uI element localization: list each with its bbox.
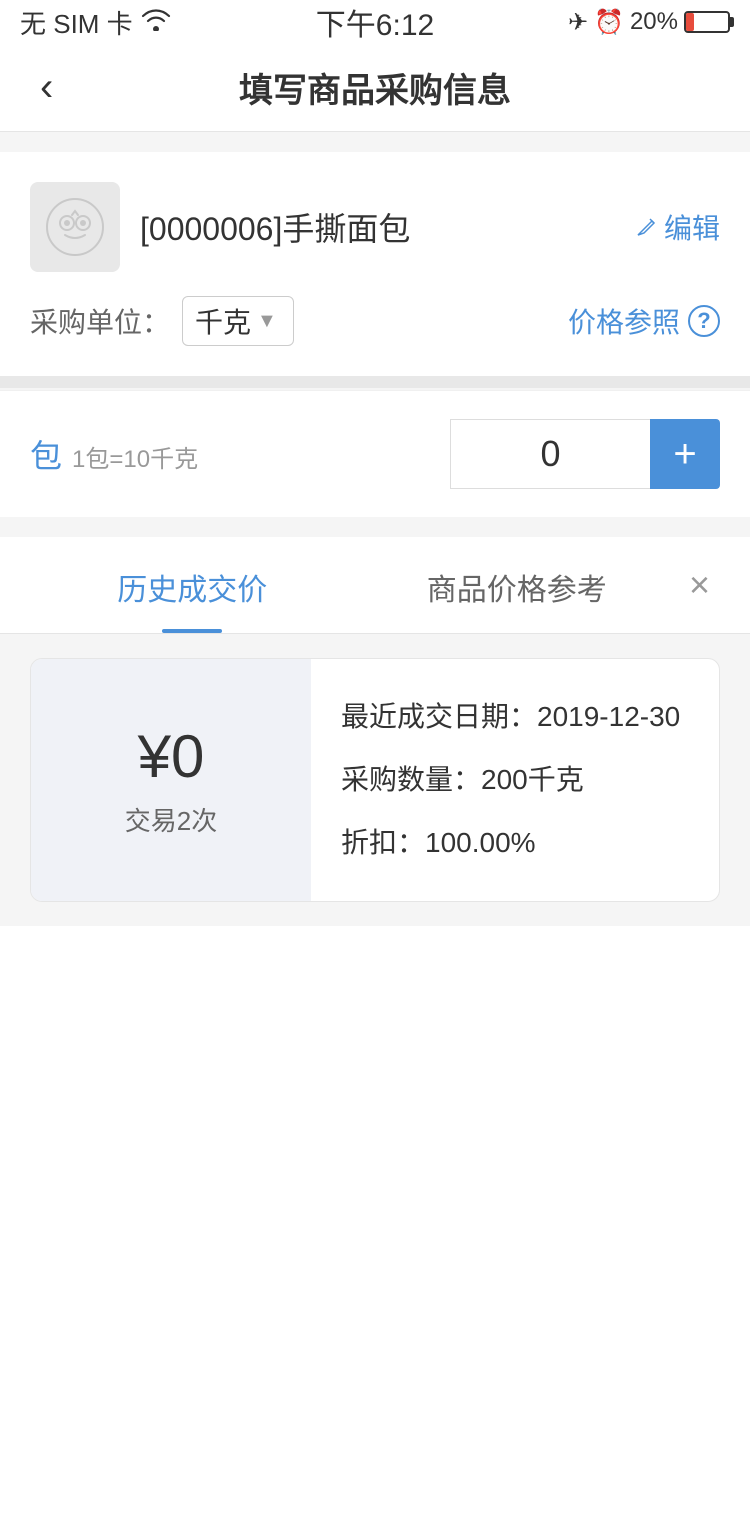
recent-date-row: 最近成交日期：2019-12-30	[341, 695, 689, 740]
discount-label: 折扣：	[341, 827, 425, 858]
tab-close-button[interactable]: ×	[679, 544, 720, 626]
edit-button[interactable]: 编辑	[634, 207, 720, 247]
price-amount: ¥0	[138, 722, 205, 791]
price-ref-label: 价格参照	[568, 301, 680, 341]
quantity-plus-button[interactable]: +	[650, 419, 720, 489]
price-value: 0	[171, 723, 204, 790]
price-trades: 交易2次	[125, 801, 217, 838]
product-top-row: [0000006]手撕面包 编辑	[30, 182, 720, 272]
price-ref-button[interactable]: 价格参照 ?	[568, 301, 720, 341]
tab-product-label: 商品价格参考	[427, 574, 607, 607]
price-card-container: ¥0 交易2次 最近成交日期：2019-12-30 采购数量：200千克 折扣：…	[0, 634, 750, 926]
tab-product-price[interactable]: 商品价格参考	[354, 537, 678, 633]
price-card-left: ¥0 交易2次	[31, 659, 311, 901]
recent-date-value: 2019-12-30	[537, 701, 680, 732]
alarm-icon: ⏰	[594, 8, 624, 37]
status-left: 无 SIM 卡	[20, 4, 171, 41]
battery-percent: 20%	[630, 8, 678, 36]
discount-value: 100.00%	[425, 827, 536, 858]
unit-value: 千克	[195, 301, 251, 341]
status-right: ✈ ⏰ 20%	[568, 8, 730, 37]
unit-label: 采购单位：	[30, 301, 170, 341]
price-card: ¥0 交易2次 最近成交日期：2019-12-30 采购数量：200千克 折扣：…	[30, 658, 720, 902]
unit-left: 采购单位： 千克 ▼	[30, 296, 294, 346]
quantity-input[interactable]	[450, 419, 650, 489]
back-button[interactable]: ‹	[30, 55, 63, 120]
product-unit-row: 采购单位： 千克 ▼ 价格参照 ?	[30, 296, 720, 346]
status-bar: 无 SIM 卡 下午6:12 ✈ ⏰ 20%	[0, 0, 750, 44]
product-thumbnail	[30, 182, 120, 272]
quantity-section: 包 1包=10千克 +	[0, 390, 750, 517]
tabs-bar: 历史成交价 商品价格参考 ×	[0, 537, 750, 634]
tab-history-label: 历史成交价	[117, 574, 267, 607]
price-card-right: 最近成交日期：2019-12-30 采购数量：200千克 折扣：100.00%	[311, 659, 719, 901]
product-left: [0000006]手撕面包	[30, 182, 410, 272]
nav-bar: ‹ 填写商品采购信息	[0, 44, 750, 132]
dropdown-arrow-icon: ▼	[257, 310, 277, 333]
qty-value: 200千克	[481, 764, 584, 795]
currency-symbol: ¥	[138, 723, 171, 790]
location-icon: ✈	[568, 8, 588, 37]
quantity-conversion: 1包=10千克	[72, 439, 198, 474]
product-name: [0000006]手撕面包	[140, 204, 410, 250]
quantity-label: 包 1包=10千克	[30, 431, 198, 477]
wifi-icon	[141, 7, 171, 38]
carrier-text: 无 SIM 卡	[20, 4, 133, 41]
battery-icon	[684, 11, 730, 33]
tab-history-price[interactable]: 历史成交价	[30, 537, 354, 633]
help-icon: ?	[688, 305, 720, 337]
unit-select[interactable]: 千克 ▼	[182, 296, 294, 346]
edit-icon	[634, 215, 658, 239]
edit-label: 编辑	[664, 207, 720, 247]
product-logo-icon	[45, 197, 105, 257]
purchase-qty-row: 采购数量：200千克	[341, 758, 689, 803]
section-divider	[0, 376, 750, 388]
qty-label: 采购数量：	[341, 764, 481, 795]
quantity-input-group: +	[450, 419, 720, 489]
product-card: [0000006]手撕面包 编辑 采购单位： 千克 ▼ 价格参照 ?	[0, 152, 750, 376]
page-title: 填写商品采购信息	[239, 63, 511, 112]
recent-date-label: 最近成交日期：	[341, 701, 537, 732]
status-time: 下午6:12	[316, 0, 434, 44]
discount-row: 折扣：100.00%	[341, 821, 689, 866]
content-below	[0, 926, 750, 1526]
quantity-unit: 包	[30, 431, 62, 477]
